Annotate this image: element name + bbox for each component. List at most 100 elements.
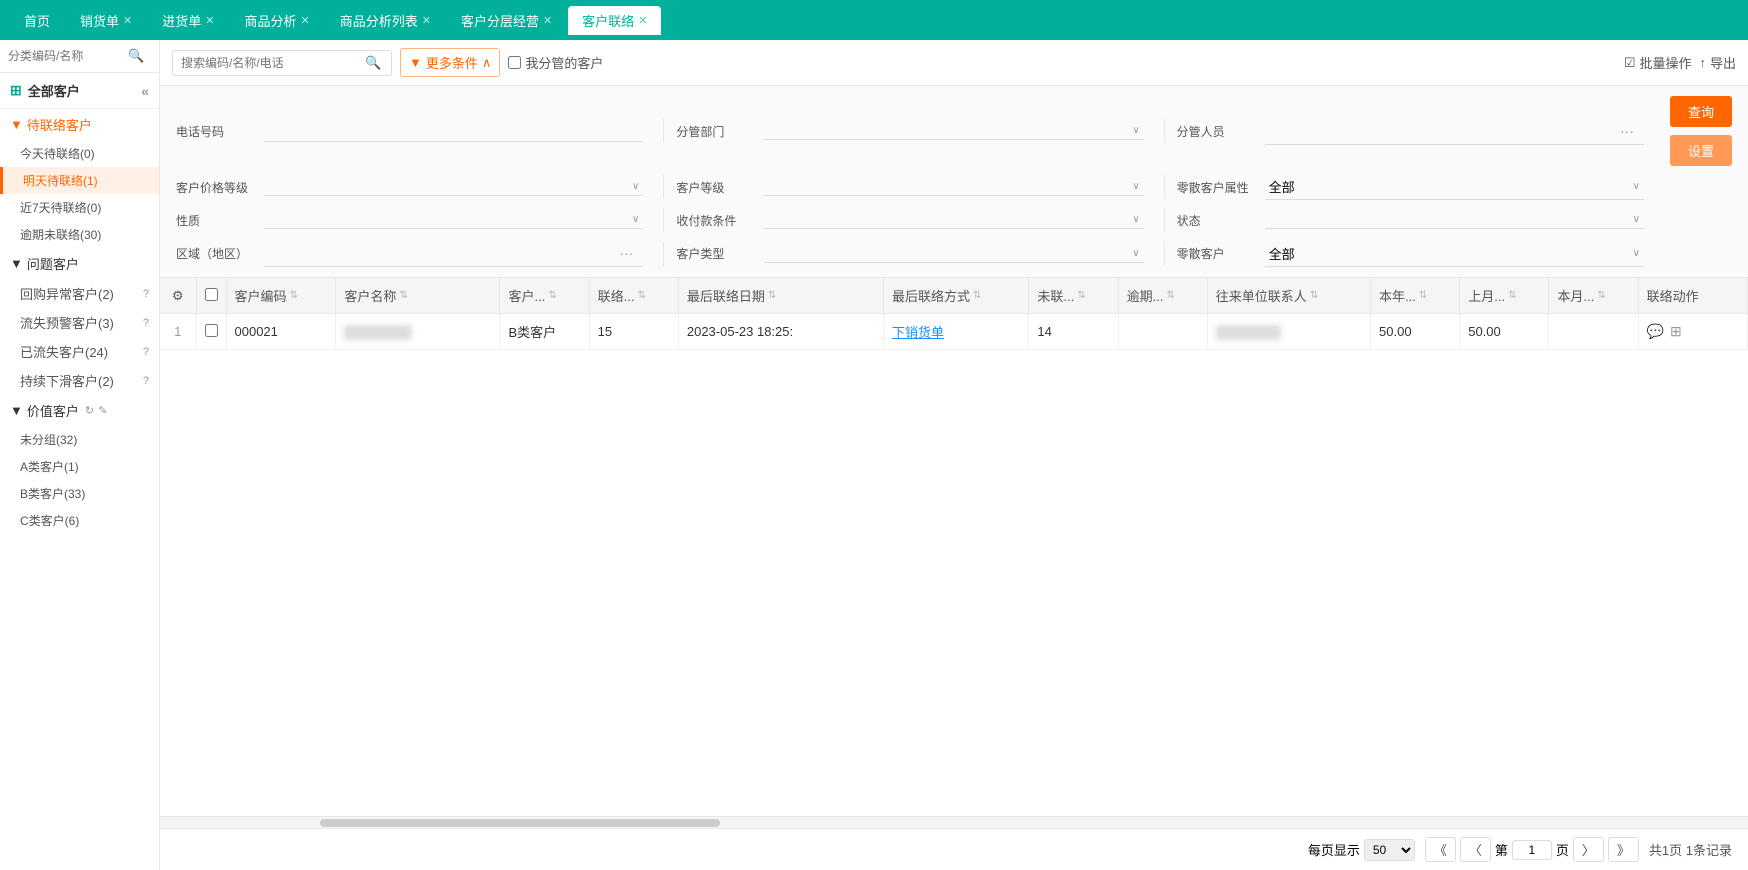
- last-method-link[interactable]: 下销货单: [892, 325, 944, 340]
- my-customers-checkbox[interactable]: 我分管的客户: [508, 53, 603, 72]
- collapse-icon[interactable]: «: [141, 83, 149, 99]
- divider: [663, 242, 664, 266]
- th-code: 客户编码⇅: [226, 278, 336, 314]
- th-checkbox[interactable]: [196, 278, 226, 314]
- comment-icon[interactable]: 💬: [1647, 323, 1664, 340]
- select-all-checkbox[interactable]: [205, 288, 218, 301]
- nav-customer-contact[interactable]: 客户联络 ✕: [568, 6, 661, 35]
- filter-retail-customer-select[interactable]: 全部 ∨: [1265, 241, 1644, 267]
- filter-phone-input[interactable]: [264, 121, 643, 142]
- pagination: 每页显示 50 100 200 《 〈 第 页 〉 》 共1页 1条记录: [160, 828, 1748, 870]
- nav-product-analysis[interactable]: 商品分析 ✕: [230, 6, 323, 35]
- sort-icon[interactable]: ⇅: [399, 290, 407, 301]
- divider: [1164, 242, 1165, 266]
- sidebar-item-tomorrow[interactable]: 明天待联络(1): [0, 167, 159, 194]
- sidebar-search-input[interactable]: [8, 49, 128, 63]
- my-customers-check[interactable]: [508, 56, 521, 69]
- filter-retail-attr: 零散客户属性 全部 ∨: [1177, 174, 1652, 200]
- filter-status: 状态 ∨: [1177, 211, 1652, 229]
- th-last-month: 上月...⇅: [1460, 278, 1549, 314]
- sidebar-item-class-a[interactable]: A类客户(1): [0, 453, 159, 480]
- row-checkbox[interactable]: [205, 324, 218, 337]
- cell-company-contact: 联系人名称: [1207, 314, 1370, 350]
- sidebar-search-icon[interactable]: 🔍: [128, 48, 144, 64]
- export-button[interactable]: ↑ 导出: [1699, 53, 1736, 72]
- filter-nature-select[interactable]: ∨: [264, 211, 643, 229]
- grid-action-icon[interactable]: ⊞: [1670, 323, 1682, 340]
- sidebar-item-week[interactable]: 近7天待联络(0): [0, 194, 159, 221]
- page-number-input[interactable]: [1512, 840, 1552, 860]
- nav-home[interactable]: 首页: [10, 6, 64, 35]
- sort-icon[interactable]: ⇅: [973, 290, 981, 301]
- close-icon: ✕: [123, 14, 132, 27]
- sidebar-item-overdue[interactable]: 逾期未联络(30): [0, 221, 159, 248]
- page-size-select[interactable]: 50 100 200: [1364, 839, 1415, 861]
- sidebar-item-abnormal[interactable]: 回购异常客户(2) ?: [0, 279, 159, 308]
- filter-type-select[interactable]: ∨: [764, 245, 1143, 263]
- sort-icon[interactable]: ⇅: [548, 290, 556, 301]
- filter-manager-select[interactable]: ···: [1265, 118, 1644, 145]
- filter-dept: 分管部门 ∨: [676, 122, 1151, 140]
- filter-retail-customer: 零散客户 全部 ∨: [1177, 241, 1652, 267]
- filter-retail-select[interactable]: 全部 ∨: [1265, 174, 1644, 200]
- sidebar-item-declining[interactable]: 持续下滑客户(2) ?: [0, 366, 159, 395]
- scroll-thumb[interactable]: [320, 819, 720, 827]
- filter-region-select[interactable]: ···: [264, 240, 643, 267]
- sidebar-item-churned[interactable]: 已流失客户(24) ?: [0, 337, 159, 366]
- filter-price-select[interactable]: ∨: [264, 178, 643, 196]
- sort-icon[interactable]: ⇅: [1508, 290, 1516, 301]
- sidebar-group-problem[interactable]: ▼ 问题客户: [0, 248, 159, 279]
- filter-dept-select[interactable]: ∨: [764, 122, 1143, 140]
- setting-button[interactable]: 设置: [1670, 135, 1732, 166]
- nav-product-analysis-list[interactable]: 商品分析列表 ✕: [326, 6, 445, 35]
- sidebar-item-today[interactable]: 今天待联络(0): [0, 140, 159, 167]
- sort-icon[interactable]: ⇅: [1597, 290, 1605, 301]
- prev-page-button[interactable]: 〈: [1460, 837, 1491, 862]
- search-icon[interactable]: 🔍: [365, 55, 381, 71]
- th-settings[interactable]: ⚙: [160, 278, 196, 314]
- table-row: 1 000021 Ea公司名称 B类客户 15 2023-05-23 18:25…: [160, 314, 1748, 350]
- last-page-button[interactable]: 》: [1608, 837, 1639, 862]
- th-this-year: 本年...⇅: [1371, 278, 1460, 314]
- sort-icon[interactable]: ⇅: [1310, 290, 1318, 301]
- close-icon: ✕: [543, 14, 552, 27]
- nav-customer-tier[interactable]: 客户分层经营 ✕: [447, 6, 566, 35]
- th-this-month: 本月...⇅: [1549, 278, 1638, 314]
- batch-button[interactable]: ☑ 批量操作: [1624, 53, 1692, 72]
- close-icon: ✕: [422, 14, 431, 27]
- filter-status-select[interactable]: ∨: [1265, 211, 1644, 229]
- sidebar-group-pending[interactable]: ▼ 待联络客户: [0, 109, 159, 140]
- sidebar-item-at-risk[interactable]: 流失预警客户(3) ?: [0, 308, 159, 337]
- sort-icon[interactable]: ⇅: [1419, 290, 1427, 301]
- filter-nature: 性质 ∨: [176, 211, 651, 229]
- grid-icon: ⊞: [10, 82, 22, 99]
- sort-icon[interactable]: ⇅: [768, 290, 776, 301]
- filter-actions: 查询 设置: [1652, 96, 1732, 166]
- cell-checkbox[interactable]: [196, 314, 226, 350]
- filter-payment-select[interactable]: ∨: [764, 211, 1143, 229]
- sidebar-all-customers[interactable]: ⊞ 全部客户 «: [0, 73, 159, 109]
- sidebar-group-value[interactable]: ▼ 价值客户 ↻ ✎: [0, 395, 159, 426]
- sort-icon[interactable]: ⇅: [290, 290, 298, 301]
- sort-icon[interactable]: ⇅: [1077, 290, 1085, 301]
- sidebar-item-class-b[interactable]: B类客户(33): [0, 480, 159, 507]
- next-page-button[interactable]: 〉: [1573, 837, 1604, 862]
- action-icons: 💬 ⊞: [1647, 323, 1739, 340]
- search-input[interactable]: [181, 56, 361, 70]
- sort-icon[interactable]: ⇅: [638, 290, 646, 301]
- divider: [663, 175, 664, 199]
- arrow-icon: ▼: [10, 403, 23, 418]
- filter-level-select[interactable]: ∨: [764, 178, 1143, 196]
- first-page-button[interactable]: 《: [1425, 837, 1456, 862]
- sidebar-item-class-c[interactable]: C类客户(6): [0, 507, 159, 534]
- divider: [663, 119, 664, 143]
- settings-icon[interactable]: ⚙: [172, 288, 184, 303]
- cell-seq: 1: [160, 314, 196, 350]
- nav-purchase-order[interactable]: 进货单 ✕: [148, 6, 228, 35]
- more-filter-button[interactable]: ▼ 更多条件 ∧: [400, 48, 500, 77]
- batch-icon: ☑: [1624, 55, 1636, 71]
- nav-sales-order[interactable]: 销货单 ✕: [66, 6, 146, 35]
- query-button[interactable]: 查询: [1670, 96, 1732, 127]
- sort-icon[interactable]: ⇅: [1166, 290, 1174, 301]
- sidebar-item-ungrouped[interactable]: 未分组(32): [0, 426, 159, 453]
